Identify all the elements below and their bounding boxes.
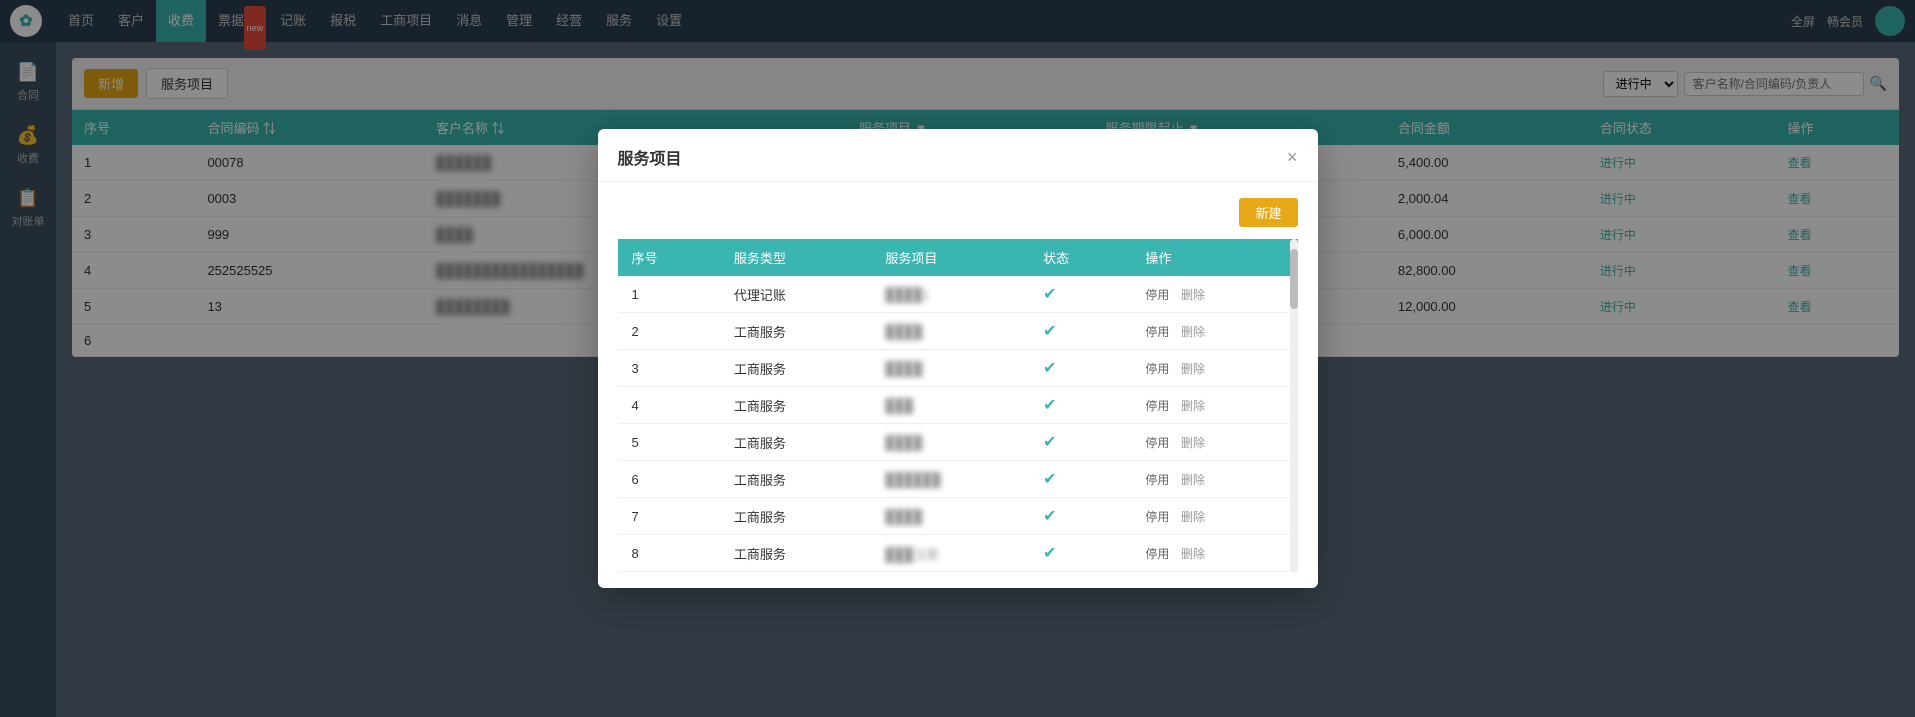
modal-cell-seq: 7	[618, 498, 720, 535]
modal-header-row: 序号 服务类型 服务项目 状态 操作	[618, 239, 1298, 276]
modal-cell-action: 停用 删除	[1131, 424, 1297, 461]
modal-cell-item: ███注册	[871, 535, 1029, 572]
modal-cell-type: 工商服务	[720, 498, 872, 535]
delete-button[interactable]: 删除	[1181, 362, 1205, 376]
modal-cell-item: ████	[871, 350, 1029, 387]
modal-col-item: 服务项目	[871, 239, 1029, 276]
delete-button[interactable]: 删除	[1181, 473, 1205, 487]
service-modal: 服务项目 × 新建 序号 服务类型 服务项目 状态 操作	[598, 129, 1318, 588]
modal-cell-action: 停用 删除	[1131, 461, 1297, 498]
scrollbar-thumb[interactable]	[1290, 249, 1298, 309]
delete-button[interactable]: 删除	[1181, 436, 1205, 450]
stop-button[interactable]: 停用	[1145, 362, 1169, 376]
modal-cell-action: 停用 删除	[1131, 535, 1297, 572]
modal-cell-type: 工商服务	[720, 535, 872, 572]
modal-col-type: 服务类型	[720, 239, 872, 276]
modal-cell-item: ███	[871, 387, 1029, 424]
modal-table-row: 5 工商服务 ████ ✔ 停用 删除	[618, 424, 1298, 461]
modal-cell-action: 停用 删除	[1131, 313, 1297, 350]
modal-cell-type: 工商服务	[720, 350, 872, 387]
modal-header: 服务项目 ×	[598, 129, 1318, 182]
modal-cell-status: ✔	[1029, 350, 1131, 387]
modal-col-seq: 序号	[618, 239, 720, 276]
modal-cell-item: ██████	[871, 461, 1029, 498]
modal-new-button[interactable]: 新建	[1239, 198, 1297, 227]
modal-cell-seq: 3	[618, 350, 720, 387]
modal-table-row: 1 代理记账 ████1 ✔ 停用 删除	[618, 276, 1298, 313]
modal-cell-seq: 6	[618, 461, 720, 498]
modal-cell-action: 停用 删除	[1131, 387, 1297, 424]
delete-button[interactable]: 删除	[1181, 325, 1205, 339]
modal-cell-status: ✔	[1029, 276, 1131, 313]
stop-button[interactable]: 停用	[1145, 436, 1169, 450]
modal-col-action: 操作	[1131, 239, 1297, 276]
modal-cell-seq: 8	[618, 535, 720, 572]
modal-cell-seq: 2	[618, 313, 720, 350]
delete-button[interactable]: 删除	[1181, 399, 1205, 413]
modal-cell-item: ████	[871, 424, 1029, 461]
modal-cell-item: ████1	[871, 276, 1029, 313]
modal-cell-type: 代理记账	[720, 276, 872, 313]
modal-table-row: 8 工商服务 ███注册 ✔ 停用 删除	[618, 535, 1298, 572]
modal-cell-status: ✔	[1029, 461, 1131, 498]
modal-overlay[interactable]: 服务项目 × 新建 序号 服务类型 服务项目 状态 操作	[0, 0, 1915, 717]
modal-close-button[interactable]: ×	[1287, 148, 1298, 166]
modal-cell-type: 工商服务	[720, 461, 872, 498]
modal-cell-status: ✔	[1029, 424, 1131, 461]
delete-button[interactable]: 删除	[1181, 547, 1205, 561]
modal-cell-action: 停用 删除	[1131, 276, 1297, 313]
modal-table-row: 2 工商服务 ████ ✔ 停用 删除	[618, 313, 1298, 350]
modal-cell-type: 工商服务	[720, 424, 872, 461]
modal-cell-seq: 5	[618, 424, 720, 461]
modal-cell-type: 工商服务	[720, 313, 872, 350]
modal-cell-action: 停用 删除	[1131, 498, 1297, 535]
stop-button[interactable]: 停用	[1145, 288, 1169, 302]
stop-button[interactable]: 停用	[1145, 325, 1169, 339]
modal-cell-seq: 1	[618, 276, 720, 313]
stop-button[interactable]: 停用	[1145, 547, 1169, 561]
stop-button[interactable]: 停用	[1145, 399, 1169, 413]
modal-cell-item: ████	[871, 313, 1029, 350]
modal-table-row: 4 工商服务 ███ ✔ 停用 删除	[618, 387, 1298, 424]
modal-toolbar: 新建	[618, 198, 1298, 227]
stop-button[interactable]: 停用	[1145, 510, 1169, 524]
modal-body: 新建 序号 服务类型 服务项目 状态 操作 1 代理记账	[598, 182, 1318, 588]
modal-cell-status: ✔	[1029, 313, 1131, 350]
modal-cell-seq: 4	[618, 387, 720, 424]
delete-button[interactable]: 删除	[1181, 510, 1205, 524]
modal-cell-action: 停用 删除	[1131, 350, 1297, 387]
modal-col-status: 状态	[1029, 239, 1131, 276]
modal-title: 服务项目	[618, 145, 682, 169]
modal-table-row: 7 工商服务 ████ ✔ 停用 删除	[618, 498, 1298, 535]
modal-table-row: 6 工商服务 ██████ ✔ 停用 删除	[618, 461, 1298, 498]
scrollbar-track[interactable]	[1290, 239, 1298, 572]
delete-button[interactable]: 删除	[1181, 288, 1205, 302]
modal-cell-type: 工商服务	[720, 387, 872, 424]
modal-cell-item: ████	[871, 498, 1029, 535]
modal-cell-status: ✔	[1029, 498, 1131, 535]
modal-cell-status: ✔	[1029, 387, 1131, 424]
modal-table-row: 3 工商服务 ████ ✔ 停用 删除	[618, 350, 1298, 387]
modal-cell-status: ✔	[1029, 535, 1131, 572]
service-items-table: 序号 服务类型 服务项目 状态 操作 1 代理记账 ████1 ✔ 停用 删除 …	[618, 239, 1298, 572]
modal-table-wrap: 序号 服务类型 服务项目 状态 操作 1 代理记账 ████1 ✔ 停用 删除 …	[618, 239, 1298, 572]
stop-button[interactable]: 停用	[1145, 473, 1169, 487]
